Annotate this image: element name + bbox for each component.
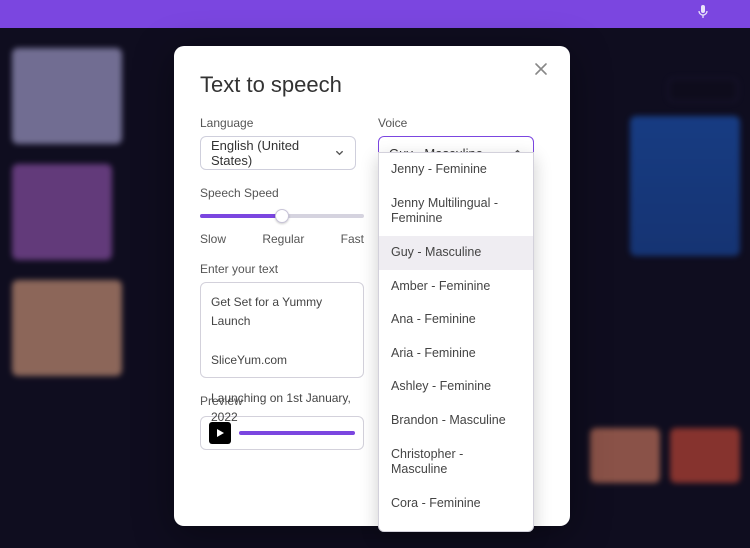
voice-option[interactable]: Jenny - Feminine bbox=[379, 153, 533, 187]
modal-title: Text to speech bbox=[200, 72, 548, 98]
mic-icon[interactable] bbox=[696, 4, 710, 25]
speed-label: Speech Speed bbox=[200, 186, 364, 200]
play-button[interactable] bbox=[209, 422, 231, 444]
text-to-speech-modal: Text to speech Language English (United … bbox=[174, 46, 570, 526]
app-topbar bbox=[0, 0, 750, 28]
preview-player bbox=[200, 416, 364, 450]
voice-dropdown-list[interactable]: Jenny - FeminineJenny Multilingual - Fem… bbox=[379, 153, 533, 532]
voice-label: Voice bbox=[378, 116, 534, 130]
voice-option[interactable]: Ana - Feminine bbox=[379, 303, 533, 337]
voice-option[interactable]: Brandon - Masculine bbox=[379, 404, 533, 438]
voice-option[interactable]: Aria - Feminine bbox=[379, 337, 533, 371]
text-label: Enter your text bbox=[200, 262, 364, 276]
voice-option[interactable]: Ashley - Feminine bbox=[379, 370, 533, 404]
speed-slider[interactable] bbox=[200, 206, 364, 226]
language-select[interactable]: English (United States) bbox=[200, 136, 356, 170]
speed-tick-fast: Fast bbox=[341, 232, 364, 246]
voice-option[interactable]: Amber - Feminine bbox=[379, 270, 533, 304]
close-icon[interactable] bbox=[534, 62, 552, 80]
preview-progress[interactable] bbox=[239, 431, 355, 435]
voice-option[interactable]: Christopher - Masculine bbox=[379, 438, 533, 487]
voice-option[interactable]: Elizabeth - Feminine bbox=[379, 521, 533, 533]
voice-option[interactable]: Cora - Feminine bbox=[379, 487, 533, 521]
text-input[interactable]: Get Set for a Yummy Launch SliceYum.com … bbox=[200, 282, 364, 378]
voice-dropdown: Jenny - FeminineJenny Multilingual - Fem… bbox=[378, 152, 534, 532]
chevron-down-icon bbox=[334, 146, 345, 161]
speed-tick-slow: Slow bbox=[200, 232, 226, 246]
speed-tick-regular: Regular bbox=[262, 232, 304, 246]
language-label: Language bbox=[200, 116, 356, 130]
voice-option[interactable]: Jenny Multilingual - Feminine bbox=[379, 187, 533, 236]
voice-option[interactable]: Guy - Masculine bbox=[379, 236, 533, 270]
language-selected-value: English (United States) bbox=[211, 138, 334, 168]
slider-thumb[interactable] bbox=[275, 209, 289, 223]
